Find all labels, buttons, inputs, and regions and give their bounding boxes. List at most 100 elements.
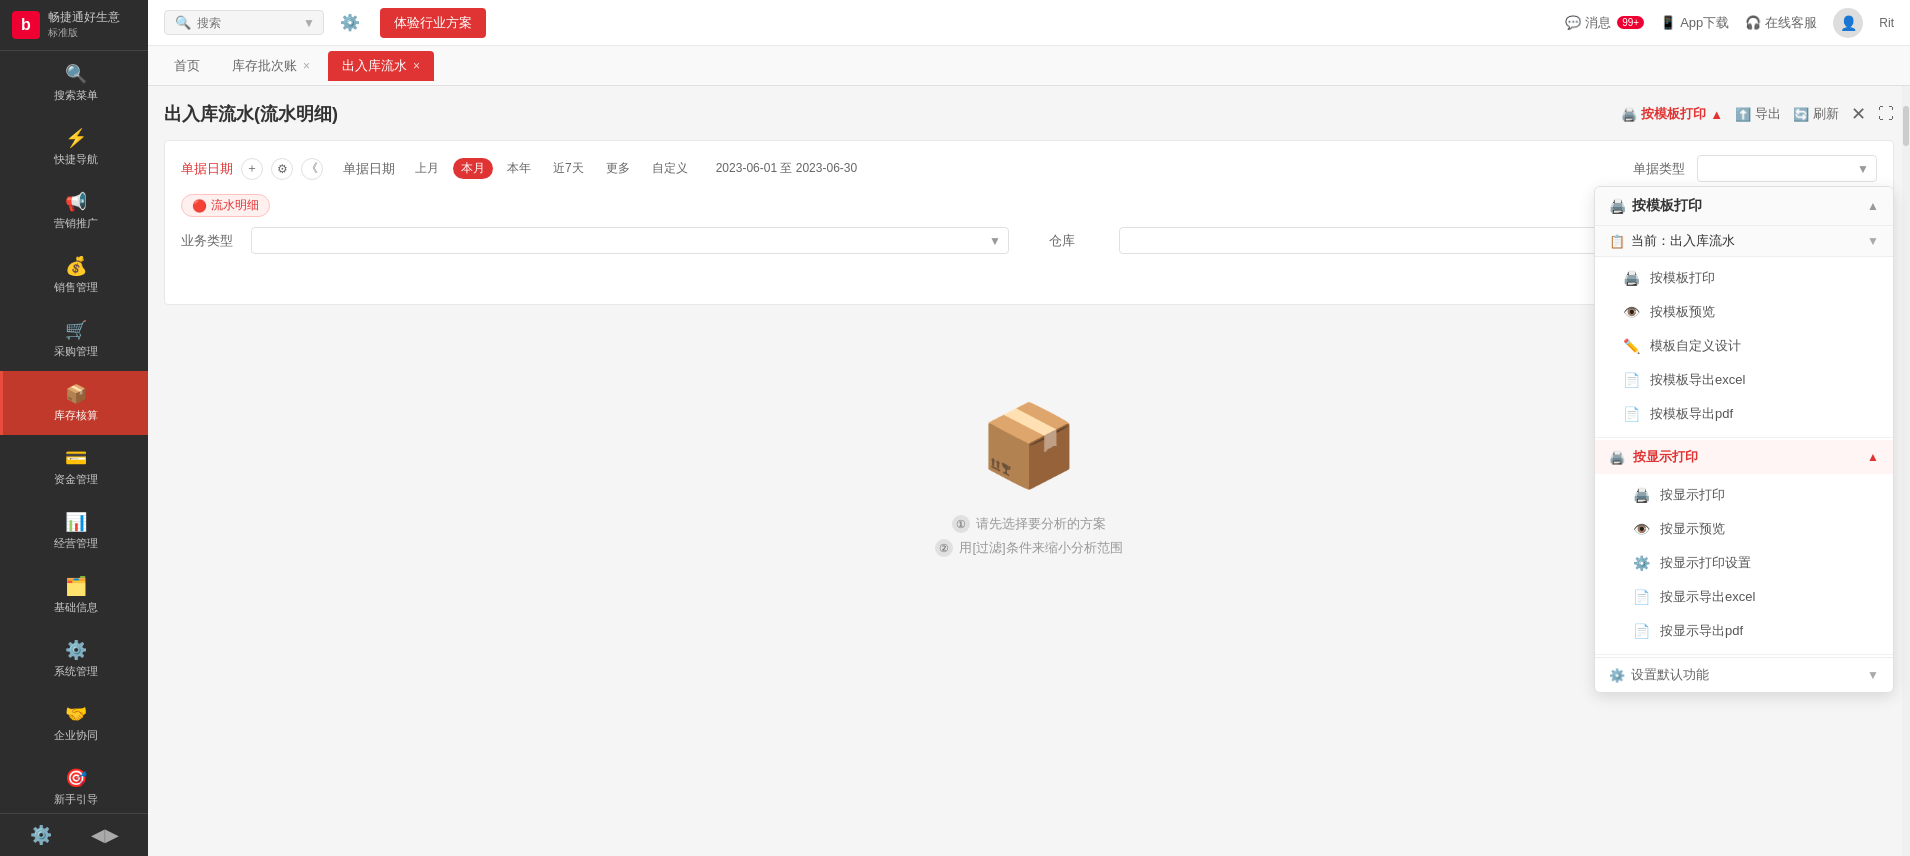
dropdown-footer[interactable]: ⚙️ 设置默认功能 ▼ bbox=[1595, 657, 1893, 692]
date-tabs: 上月 本月 本年 近7天 更多 自定义 bbox=[407, 158, 696, 179]
template-excel-icon: 📄 bbox=[1623, 372, 1640, 388]
section2-chevron: ▲ bbox=[1867, 450, 1879, 464]
filter-label-static: 单据日期 bbox=[181, 160, 233, 178]
date-tab-7days[interactable]: 近7天 bbox=[545, 158, 592, 179]
date-tab-more[interactable]: 更多 bbox=[598, 158, 638, 179]
sidebar-settings-icon[interactable]: ⚙️ bbox=[30, 824, 52, 846]
warehouse-label: 仓库 bbox=[1049, 232, 1109, 250]
biz-filter-item: 业务类型 ▼ bbox=[181, 227, 1009, 254]
sidebar: b 畅捷通好生意 标准版 🔍搜索菜单⚡快捷导航📢营销推广💰销售管理🛒采购管理📦库… bbox=[0, 0, 148, 856]
search-input[interactable] bbox=[197, 16, 297, 30]
footer-label-wrap: ⚙️ 设置默认功能 bbox=[1609, 666, 1709, 684]
dropdown-item-template-excel[interactable]: 📄 按模板导出excel bbox=[1595, 363, 1893, 397]
type-select[interactable] bbox=[1697, 155, 1877, 182]
topbar-search-wrap: 🔍 ▼ bbox=[164, 10, 324, 35]
date-tab-this-month[interactable]: 本月 bbox=[453, 158, 493, 179]
logo-icon: b bbox=[12, 11, 40, 39]
dropdown-header-chevron[interactable]: ▲ bbox=[1867, 199, 1879, 213]
template-pdf-label: 按模板导出pdf bbox=[1650, 405, 1733, 423]
tab-home[interactable]: 首页 bbox=[160, 51, 214, 81]
search-label: 搜索菜单 bbox=[54, 88, 98, 103]
content-area: 出入库流水(流水明细) 🖨️ 按模板打印 ▲ ⬆️ 导出 🔄 bbox=[148, 86, 1910, 856]
message-icon: 💬 bbox=[1565, 15, 1581, 30]
biz-label: 业务类型 bbox=[181, 232, 241, 250]
dropdown-item-display-settings[interactable]: ⚙️按显示打印设置 bbox=[1595, 546, 1893, 580]
filter-gear-btn[interactable]: ⚙ bbox=[271, 158, 293, 180]
dropdown-item-template-pdf[interactable]: 📄按模板导出pdf bbox=[1595, 397, 1893, 431]
dropdown-item-template-preview[interactable]: 👁️按模板预览 bbox=[1595, 295, 1893, 329]
export-btn[interactable]: ⬆️ 导出 bbox=[1735, 105, 1781, 123]
sidebar-item-newbie[interactable]: 🎯新手引导 bbox=[0, 755, 148, 813]
sales-label: 销售管理 bbox=[54, 280, 98, 295]
filter-add-btn[interactable]: ＋ bbox=[241, 158, 263, 180]
filter-tag-item[interactable]: 🔴 流水明细 bbox=[181, 194, 270, 217]
tab-batch[interactable]: 库存批次账× bbox=[218, 51, 324, 81]
sidebar-item-coop[interactable]: 🤝企业协同 bbox=[0, 691, 148, 755]
industry-btn[interactable]: 体验行业方案 bbox=[380, 8, 486, 38]
template-excel-label: 按模板导出excel bbox=[1650, 371, 1745, 389]
biz-select[interactable] bbox=[251, 227, 1009, 254]
system-label: 系统管理 bbox=[54, 664, 98, 679]
topbar: 🔍 ▼ ⚙️ 体验行业方案 💬 消息 99+ 📱 App下载 🎧 bbox=[148, 0, 1910, 46]
tab-flow[interactable]: 出入库流水 × bbox=[328, 51, 434, 81]
refresh-btn[interactable]: 🔄 刷新 bbox=[1793, 105, 1839, 123]
app-download-label: App下载 bbox=[1680, 14, 1729, 32]
filter-row-1: 单据日期 ＋ ⚙ 《 单据日期 上月 本月 本年 近 bbox=[181, 155, 1877, 182]
tab-close-flow[interactable]: × bbox=[413, 59, 420, 73]
sidebar-collapse-icon[interactable]: ◀▶ bbox=[91, 824, 119, 846]
search-chevron-icon[interactable]: ▼ bbox=[303, 16, 315, 30]
coop-icon: 🤝 bbox=[65, 703, 87, 725]
marketing-icon: 📢 bbox=[65, 191, 87, 213]
sidebar-item-inventory[interactable]: 📦库存核算 bbox=[0, 371, 148, 435]
display-pdf-label: 按显示导出pdf bbox=[1660, 622, 1743, 640]
display-settings-icon: ⚙️ bbox=[1633, 555, 1650, 571]
print-btn[interactable]: 🖨️ 按模板打印 ▲ bbox=[1621, 105, 1723, 123]
tab-label-flow: 出入库流水 bbox=[342, 57, 407, 75]
online-service-label: 在线客服 bbox=[1765, 14, 1817, 32]
dropdown-item-display-pdf[interactable]: 📄按显示导出pdf bbox=[1595, 614, 1893, 648]
type-select-wrap: ▼ bbox=[1697, 155, 1877, 182]
sidebar-item-finance[interactable]: 💳资金管理 bbox=[0, 435, 148, 499]
sidebar-item-marketing[interactable]: 📢营销推广 bbox=[0, 179, 148, 243]
display-section-icon: 🖨️ bbox=[1609, 450, 1625, 465]
footer-chevron: ▼ bbox=[1867, 668, 1879, 682]
brand-badge: 标准版 bbox=[48, 26, 120, 40]
sidebar-item-sales[interactable]: 💰销售管理 bbox=[0, 243, 148, 307]
dropdown-item-display-print[interactable]: 🖨️按显示打印 bbox=[1595, 478, 1893, 512]
sidebar-item-basic[interactable]: 🗂️基础信息 bbox=[0, 563, 148, 627]
tab-close-batch[interactable]: × bbox=[303, 59, 310, 73]
scrollbar-thumb[interactable] bbox=[1903, 106, 1909, 146]
dropdown-item-template-print[interactable]: 🖨️按模板打印 bbox=[1595, 261, 1893, 295]
dropdown-item-display-preview[interactable]: 👁️按显示预览 bbox=[1595, 512, 1893, 546]
purchase-icon: 🛒 bbox=[65, 319, 87, 341]
topbar-gear-icon[interactable]: ⚙️ bbox=[340, 13, 360, 32]
dropdown-item-display-excel[interactable]: 📄按显示导出excel bbox=[1595, 580, 1893, 614]
sidebar-item-system[interactable]: ⚙️系统管理 bbox=[0, 627, 148, 691]
date-tab-custom[interactable]: 自定义 bbox=[644, 158, 696, 179]
date-tab-this-year[interactable]: 本年 bbox=[499, 158, 539, 179]
current-template-row: 📋 当前：出入库流水 ▼ bbox=[1595, 226, 1893, 257]
template-preview-icon: 👁️ bbox=[1623, 304, 1640, 320]
printer-header-icon: 🖨️ bbox=[1609, 198, 1626, 214]
empty-step-1: ① 请先选择要分析的方案 bbox=[952, 515, 1106, 533]
sidebar-item-shortcut[interactable]: ⚡快捷导航 bbox=[0, 115, 148, 179]
app-download-action[interactable]: 📱 App下载 bbox=[1660, 14, 1729, 32]
close-btn[interactable]: ✕ bbox=[1851, 103, 1866, 125]
sidebar-item-search[interactable]: 🔍搜索菜单 bbox=[0, 51, 148, 115]
date-range-display: 2023-06-01 至 2023-06-30 bbox=[716, 160, 857, 177]
sidebar-item-purchase[interactable]: 🛒采购管理 bbox=[0, 307, 148, 371]
current-template-info: 📋 当前：出入库流水 bbox=[1609, 232, 1735, 250]
inventory-label: 库存核算 bbox=[54, 408, 98, 423]
online-service-action[interactable]: 🎧 在线客服 bbox=[1745, 14, 1817, 32]
dropdown-item-template-custom[interactable]: ✏️模板自定义设计 bbox=[1595, 329, 1893, 363]
display-excel-label: 按显示导出excel bbox=[1660, 588, 1755, 606]
fullscreen-btn[interactable]: ⛶ bbox=[1878, 105, 1894, 123]
sidebar-item-operations[interactable]: 📊经营管理 bbox=[0, 499, 148, 563]
avatar[interactable]: 👤 bbox=[1833, 8, 1863, 38]
date-tab-last-month[interactable]: 上月 bbox=[407, 158, 447, 179]
logo: b 畅捷通好生意 标准版 bbox=[0, 0, 148, 51]
display-print-section-header[interactable]: 🖨️ 按显示打印 ▲ bbox=[1595, 440, 1893, 474]
filter-collapse-toggle[interactable]: 《 bbox=[301, 158, 323, 180]
refresh-icon: 🔄 bbox=[1793, 107, 1809, 122]
message-action[interactable]: 💬 消息 99+ bbox=[1565, 14, 1644, 32]
